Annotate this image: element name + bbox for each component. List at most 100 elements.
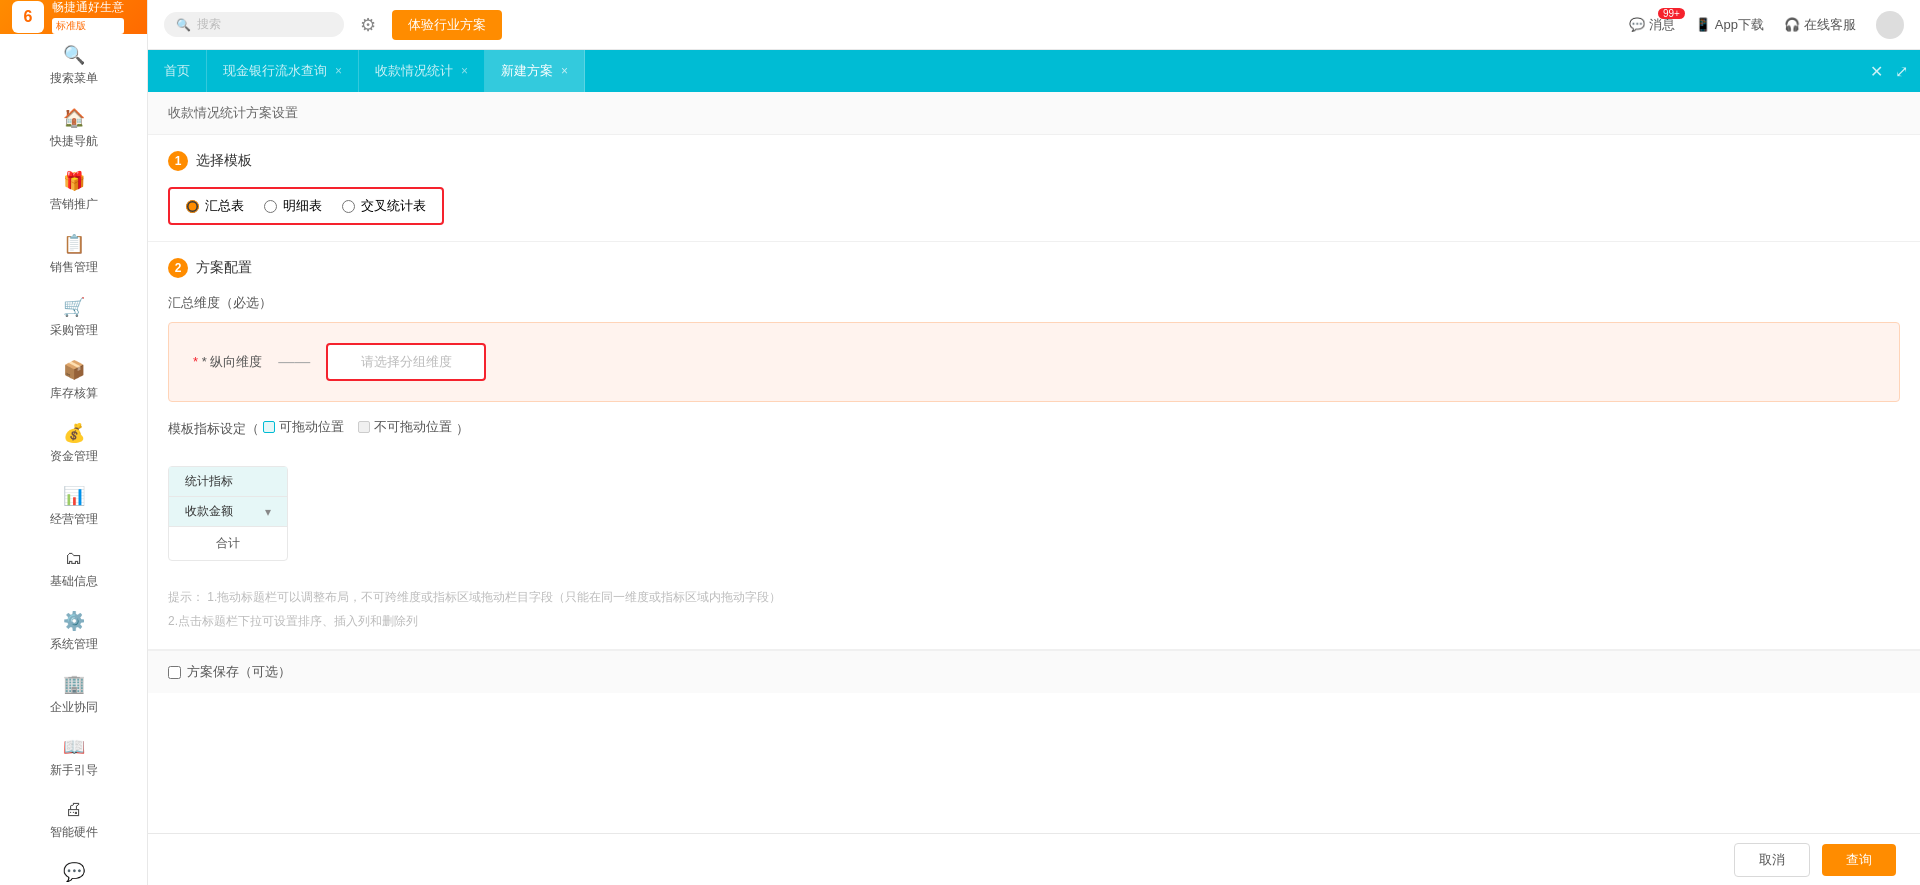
dimension-placeholder[interactable]: 请选择分组维度 <box>326 343 486 381</box>
tip-line2: 2.点击标题栏下拉可设置排序、插入列和删除列 <box>168 609 1900 633</box>
hardware-icon: 🖨 <box>65 799 83 820</box>
vertical-label: * * 纵向维度 <box>193 353 262 371</box>
radio-cross-input[interactable] <box>342 200 355 213</box>
save-option: 方案保存（可选） <box>148 650 1920 693</box>
service-label: 在线客服 <box>1804 16 1856 34</box>
save-checkbox[interactable] <box>168 666 181 679</box>
sidebar-item-finance[interactable]: 💰 资金管理 <box>0 412 147 475</box>
tip-line1: 提示： 1.拖动标题栏可以调整布局，不可跨维度或指标区域拖动栏目字段（只能在同一… <box>168 585 1900 609</box>
tab-cashflow-label: 现金银行流水查询 <box>223 62 327 80</box>
col-dropdown-icon[interactable]: ▾ <box>265 505 271 519</box>
metrics-table-header: 统计指标 <box>169 467 287 497</box>
tab-new-plan[interactable]: 新建方案 × <box>485 50 585 92</box>
metrics-section: 模板指标设定（ 可拖动位置 不可拖动位置 ） <box>168 418 1900 561</box>
topbar-right: 💬 消息 99+ 📱 App下载 🎧 在线客服 <box>1629 11 1904 39</box>
basic-info-label: 基础信息 <box>50 573 98 590</box>
enterprise-label: 企业协同 <box>50 699 98 716</box>
sidebar-item-marketing[interactable]: 🎁 营销推广 <box>0 160 147 223</box>
marketing-label: 营销推广 <box>50 196 98 213</box>
radio-detail[interactable]: 明细表 <box>264 197 322 215</box>
quick-nav-label: 快捷导航 <box>50 133 98 150</box>
settings-icon[interactable]: ⚙ <box>360 14 376 36</box>
message-badge: 99+ <box>1658 8 1685 19</box>
search-menu-label: 搜索菜单 <box>50 70 98 87</box>
inventory-icon: 📦 <box>63 359 85 381</box>
sidebar-item-search-menu[interactable]: 🔍 搜索菜单 <box>0 34 147 97</box>
sidebar-item-purchase[interactable]: 🛒 采购管理 <box>0 286 147 349</box>
tab-receipts-close[interactable]: × <box>461 64 468 78</box>
search-placeholder: 搜索 <box>197 16 221 33</box>
tab-home[interactable]: 首页 <box>148 50 207 92</box>
logo-text: 畅捷通好生意 <box>52 0 124 16</box>
search-icon: 🔍 <box>176 18 191 32</box>
dimension-section-label: 汇总维度（必选） <box>168 294 1900 312</box>
radio-detail-label: 明细表 <box>283 197 322 215</box>
step1-section: 1 选择模板 汇总表 明细表 交叉统计表 <box>148 135 1920 241</box>
user-avatar[interactable] <box>1876 11 1904 39</box>
sidebar-item-guide[interactable]: 📖 新手引导 <box>0 726 147 789</box>
purchase-icon: 🛒 <box>63 296 85 318</box>
message-item[interactable]: 💬 消息 99+ <box>1629 16 1675 34</box>
step1-title: 1 选择模板 <box>168 151 1900 171</box>
tab-new-plan-label: 新建方案 <box>501 62 553 80</box>
vertical-dimension-row: * * 纵向维度 —— 请选择分组维度 <box>193 343 1875 381</box>
footer: 取消 查询 <box>148 833 1920 885</box>
download-icon: 📱 <box>1695 17 1711 32</box>
finance-label: 资金管理 <box>50 448 98 465</box>
maximize-icon[interactable]: ⤢ <box>1895 62 1908 81</box>
page-header: 收款情况统计方案设置 <box>148 92 1920 135</box>
step2-title: 2 方案配置 <box>168 258 1900 278</box>
metrics-table: 统计指标 收款金额 ▾ 合计 <box>168 466 288 561</box>
sidebar-item-hardware[interactable]: 🖨 智能硬件 <box>0 789 147 851</box>
tab-home-label: 首页 <box>164 62 190 80</box>
topbar: 🔍 搜索 ⚙ 体验行业方案 💬 消息 99+ 📱 App下载 🎧 在线客服 <box>148 0 1920 50</box>
radio-cross-label: 交叉统计表 <box>361 197 426 215</box>
sidebar-item-basic-info[interactable]: 🗂 基础信息 <box>0 538 147 600</box>
save-label: 方案保存（可选） <box>187 663 291 681</box>
radio-summary[interactable]: 汇总表 <box>186 197 244 215</box>
trial-button[interactable]: 体验行业方案 <box>392 10 502 40</box>
metrics-col-header[interactable]: 收款金额 ▾ <box>169 497 287 527</box>
enterprise-icon: 🏢 <box>63 673 85 695</box>
radio-summary-input[interactable] <box>186 200 199 213</box>
sales-icon: 📋 <box>63 233 85 255</box>
radio-detail-input[interactable] <box>264 200 277 213</box>
cancel-button[interactable]: 取消 <box>1734 843 1810 877</box>
service-item[interactable]: 🎧 在线客服 <box>1784 16 1856 34</box>
purchase-label: 采购管理 <box>50 322 98 339</box>
tab-new-plan-close[interactable]: × <box>561 64 568 78</box>
download-item[interactable]: 📱 App下载 <box>1695 16 1764 34</box>
tabbar: 首页现金银行流水查询×收款情况统计×新建方案× ✕ ⤢ <box>148 50 1920 92</box>
close-window-icon[interactable]: ✕ <box>1870 62 1883 81</box>
system-label: 系统管理 <box>50 636 98 653</box>
tab-receipts[interactable]: 收款情况统计× <box>359 50 485 92</box>
quick-nav-icon: 🏠 <box>63 107 85 129</box>
template-select-group: 汇总表 明细表 交叉统计表 <box>168 187 444 225</box>
tab-cashflow-close[interactable]: × <box>335 64 342 78</box>
system-icon: ⚙️ <box>63 610 85 632</box>
dimension-area: * * 纵向维度 —— 请选择分组维度 <box>168 322 1900 402</box>
radio-cross[interactable]: 交叉统计表 <box>342 197 426 215</box>
logo-icon: 6 <box>12 1 44 33</box>
sidebar-item-operations[interactable]: 📊 经营管理 <box>0 475 147 538</box>
sidebar-item-sales[interactable]: 📋 销售管理 <box>0 223 147 286</box>
sales-label: 销售管理 <box>50 259 98 276</box>
sidebar-logo: 6 畅捷通好生意 标准版 <box>0 0 147 34</box>
metrics-total-cell: 合计 <box>169 527 287 560</box>
sidebar-item-enterprise[interactable]: 🏢 企业协同 <box>0 663 147 726</box>
sidebar-nav: 🔍 搜索菜单 🏠 快捷导航 🎁 营销推广 📋 销售管理 🛒 采购管理 📦 库存核… <box>0 34 147 885</box>
radio-summary-label: 汇总表 <box>205 197 244 215</box>
sidebar: 6 畅捷通好生意 标准版 🔍 搜索菜单 🏠 快捷导航 🎁 营销推广 📋 销售管理… <box>0 0 148 885</box>
tab-cashflow[interactable]: 现金银行流水查询 × <box>207 50 359 92</box>
sidebar-item-wechat[interactable]: 💬 企业微信 <box>0 851 147 885</box>
content-area: 收款情况统计方案设置 1 选择模板 汇总表 明细表 交叉统计表 <box>148 92 1920 833</box>
step2-label: 方案配置 <box>196 259 252 277</box>
step1-label: 选择模板 <box>196 152 252 170</box>
sidebar-item-quick-nav[interactable]: 🏠 快捷导航 <box>0 97 147 160</box>
topbar-search-box[interactable]: 🔍 搜索 <box>164 12 344 37</box>
inventory-label: 库存核算 <box>50 385 98 402</box>
query-button[interactable]: 查询 <box>1822 844 1896 876</box>
sidebar-item-inventory[interactable]: 📦 库存核算 <box>0 349 147 412</box>
sidebar-item-system[interactable]: ⚙️ 系统管理 <box>0 600 147 663</box>
operations-icon: 📊 <box>63 485 85 507</box>
